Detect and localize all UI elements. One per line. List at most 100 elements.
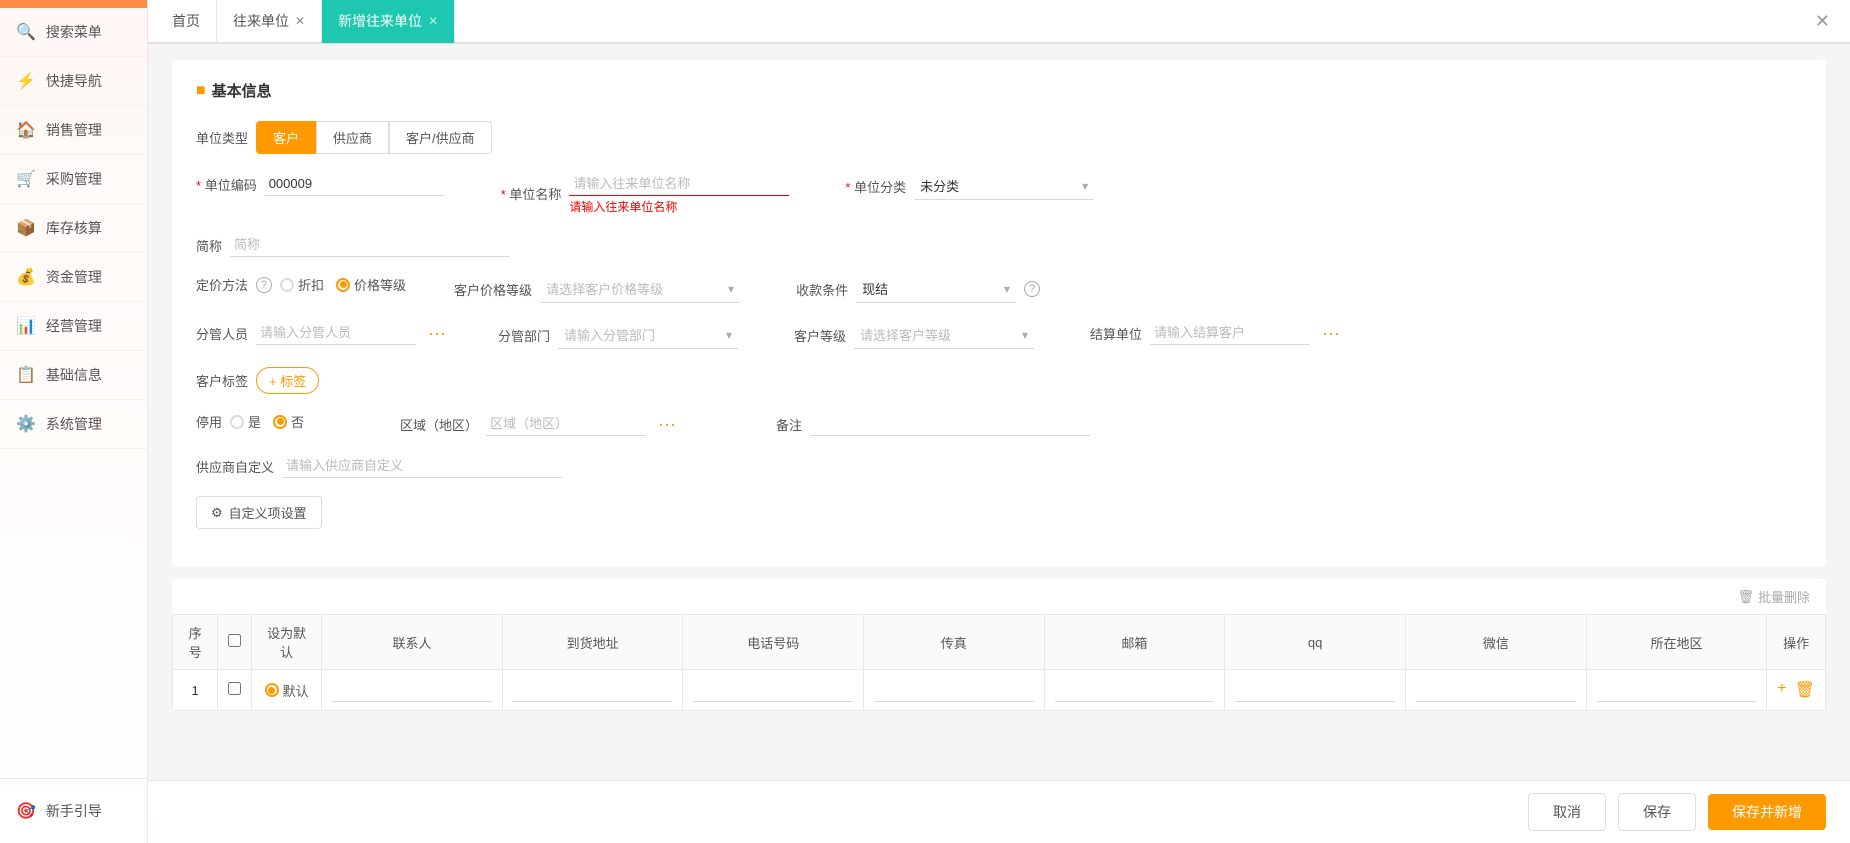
customer-price-level-group: 客户价格等级 请选择客户价格等级 ▾ <box>454 275 740 303</box>
tab-partner-close[interactable]: ✕ <box>295 14 305 28</box>
unit-type-supplier-btn[interactable]: 供应商 <box>316 121 389 154</box>
add-tag-button[interactable]: + 标签 <box>256 367 319 394</box>
customer-price-level-select[interactable]: 请选择客户价格等级 ▾ <box>540 275 740 303</box>
custom-settings-button[interactable]: ⚙ 自定义项设置 <box>196 496 322 529</box>
address-input[interactable] <box>513 678 673 702</box>
phone-input[interactable] <box>693 678 853 702</box>
delete-row-button[interactable]: 🗑 <box>1795 680 1815 700</box>
chevron-down-icon: ▾ <box>1082 179 1088 193</box>
fax-input[interactable] <box>874 678 1034 702</box>
td-qq[interactable] <box>1225 670 1406 711</box>
sidebar-item-label: 采购管理 <box>46 169 102 189</box>
unit-type-both-btn[interactable]: 客户/供应商 <box>389 121 492 154</box>
inventory-icon: 📦 <box>16 218 36 238</box>
tab-partner[interactable]: 往来单位 ✕ <box>217 0 322 43</box>
sidebar-item-label: 快捷导航 <box>46 71 102 91</box>
unit-category-select[interactable]: 未分类 ▾ <box>914 172 1094 200</box>
tab-new-partner-close[interactable]: ✕ <box>428 14 438 28</box>
customer-level-select[interactable]: 请选择客户等级 ▾ <box>854 321 1034 349</box>
th-checkbox <box>218 615 252 670</box>
abbreviation-input[interactable] <box>230 233 510 257</box>
disabled-yes-radio[interactable]: 是 <box>230 412 261 431</box>
department-select[interactable]: 请输入分管部门 ▾ <box>558 321 738 349</box>
tab-bar: 首页 往来单位 ✕ 新增往来单位 ✕ ✕ <box>148 0 1850 44</box>
footer-bar: 取消 保存 保存并新增 <box>148 780 1850 843</box>
qq-input[interactable] <box>1235 678 1395 702</box>
unit-type-customer-btn[interactable]: 客户 <box>256 121 316 154</box>
tab-new-partner[interactable]: 新增往来单位 ✕ <box>322 0 455 43</box>
td-phone[interactable] <box>683 670 864 711</box>
disabled-yes-circle <box>230 415 244 429</box>
td-contact[interactable] <box>322 670 503 711</box>
pricing-row: 定价方法 ? 折扣 价格等级 客户价格等级 <box>196 275 1802 303</box>
payment-help-icon[interactable]: ? <box>1024 281 1040 297</box>
add-row-button[interactable]: + <box>1777 680 1786 700</box>
disabled-no-radio[interactable]: 否 <box>273 412 304 431</box>
th-email: 邮箱 <box>1044 615 1225 670</box>
cancel-button[interactable]: 取消 <box>1528 793 1606 831</box>
supplier-custom-label: 供应商自定义 <box>196 457 274 476</box>
contacts-table: 序号 设为默认 联系人 到货地址 电话号码 传真 邮箱 qq 微信 所在地区 操… <box>172 614 1826 711</box>
close-all-tabs-button[interactable]: ✕ <box>1803 11 1842 32</box>
pricing-method-group: 定价方法 ? 折扣 价格等级 <box>196 275 406 294</box>
td-region[interactable] <box>1586 670 1767 711</box>
manager-input[interactable] <box>256 321 416 345</box>
settings-icon: ⚙ <box>211 505 223 521</box>
pricing-discount-radio[interactable]: 折扣 <box>280 275 324 294</box>
sidebar-item-base-info[interactable]: 📋 基础信息 <box>0 351 147 400</box>
sidebar-item-beginner[interactable]: 🎯 新手引导 <box>0 787 147 835</box>
sidebar-item-quick-nav[interactable]: ⚡ 快捷导航 <box>0 57 147 106</box>
sidebar-item-search[interactable]: 🔍 搜索菜单 <box>0 8 147 57</box>
pricing-level-radio[interactable]: 价格等级 <box>336 275 406 294</box>
basic-info-card: ■ 基本信息 单位类型 客户 供应商 客户/供应商 * <box>172 60 1826 567</box>
sidebar-item-inventory[interactable]: 📦 库存核算 <box>0 204 147 253</box>
save-button[interactable]: 保存 <box>1618 793 1696 831</box>
settlement-more-icon[interactable]: ··· <box>1318 323 1344 344</box>
supplier-custom-input[interactable] <box>282 454 562 478</box>
td-email[interactable] <box>1044 670 1225 711</box>
table-region-input[interactable] <box>1597 678 1757 702</box>
td-wechat[interactable] <box>1406 670 1587 711</box>
wechat-input[interactable] <box>1416 678 1576 702</box>
save-and-new-button[interactable]: 保存并新增 <box>1708 794 1826 830</box>
sidebar-item-label: 库存核算 <box>46 218 102 238</box>
sidebar-item-sales[interactable]: 🏠 销售管理 <box>0 106 147 155</box>
unit-type-group: 单位类型 客户 供应商 客户/供应商 <box>196 121 492 154</box>
sidebar-item-system[interactable]: ⚙️ 系统管理 <box>0 400 147 449</box>
th-actions: 操作 <box>1767 615 1826 670</box>
batch-delete-button[interactable]: 🗑 批量删除 <box>1737 587 1810 606</box>
default-radio[interactable]: 默认 <box>262 681 311 700</box>
payment-terms-select[interactable]: 现结 ▾ <box>856 275 1016 303</box>
pricing-help-icon[interactable]: ? <box>256 277 272 293</box>
sidebar-item-purchase[interactable]: 🛒 采购管理 <box>0 155 147 204</box>
region-more-icon[interactable]: ··· <box>654 414 680 435</box>
contact-input[interactable] <box>332 678 492 702</box>
unit-name-input[interactable] <box>569 172 789 196</box>
unit-name-input-container: 请输入往来单位名称 <box>569 172 789 215</box>
beginner-icon: 🎯 <box>16 801 36 821</box>
select-all-checkbox[interactable] <box>228 634 241 647</box>
sidebar-item-finance[interactable]: 💰 资金管理 <box>0 253 147 302</box>
manager-more-icon[interactable]: ··· <box>424 323 450 344</box>
td-fax[interactable] <box>864 670 1045 711</box>
sidebar-item-label: 资金管理 <box>46 267 102 287</box>
sidebar-item-label: 基础信息 <box>46 365 102 385</box>
table-row: 1 默认 <box>173 670 1826 711</box>
th-address: 到货地址 <box>502 615 683 670</box>
td-checkbox <box>218 670 252 711</box>
sidebar-item-operations[interactable]: 📊 经营管理 <box>0 302 147 351</box>
manager-group: 分管人员 ··· <box>196 321 450 345</box>
unit-code-input[interactable] <box>265 172 445 196</box>
region-input[interactable] <box>486 412 646 436</box>
quick-nav-icon: ⚡ <box>16 71 36 91</box>
pricing-level-circle <box>336 278 350 292</box>
tab-home[interactable]: 首页 <box>156 0 217 43</box>
settlement-unit-input[interactable] <box>1150 321 1310 345</box>
remark-input[interactable] <box>810 412 1090 436</box>
td-address[interactable] <box>502 670 683 711</box>
unit-type-label: 单位类型 <box>196 128 248 147</box>
search-icon: 🔍 <box>16 22 36 42</box>
email-input[interactable] <box>1055 678 1215 702</box>
remark-label: 备注 <box>776 415 802 434</box>
row-checkbox[interactable] <box>228 682 241 695</box>
